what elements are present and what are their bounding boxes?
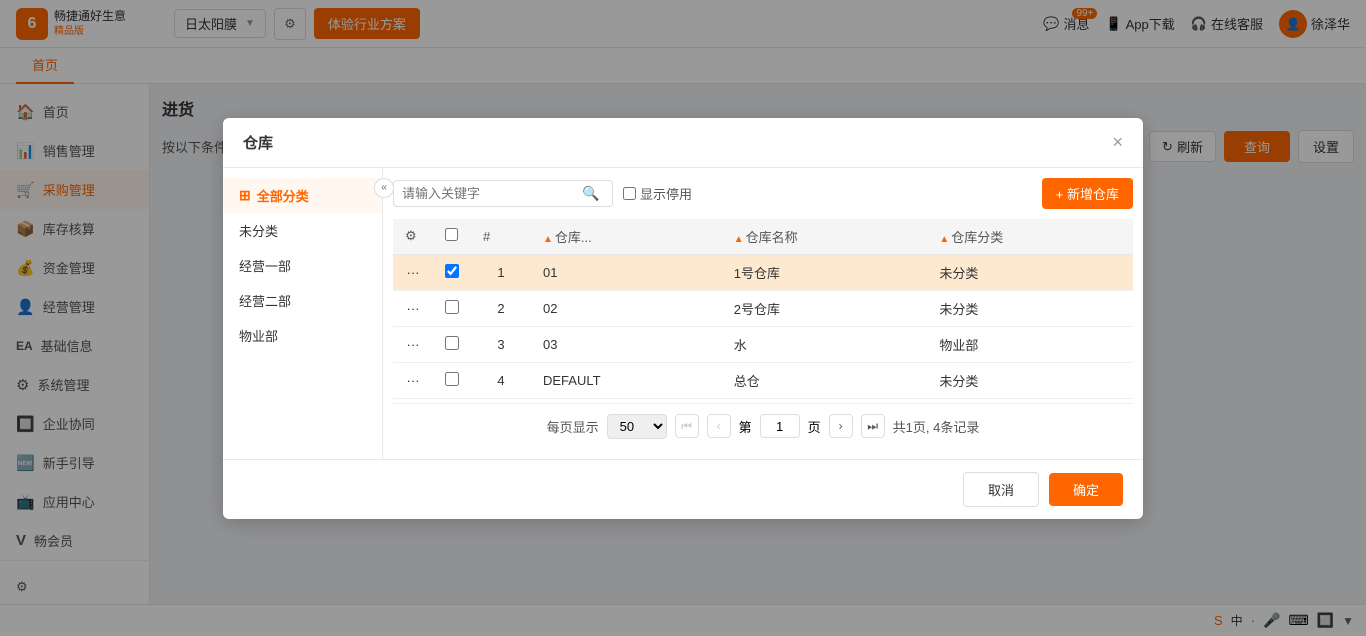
- row-checkbox-cell: [433, 290, 471, 326]
- add-warehouse-button[interactable]: + 新增仓库: [1042, 178, 1133, 209]
- category-property[interactable]: 物业部: [223, 318, 382, 353]
- row-checkbox[interactable]: [445, 372, 459, 386]
- modal-close-button[interactable]: ×: [1112, 133, 1123, 151]
- row-checkbox-cell: [433, 362, 471, 398]
- row-code: 01: [531, 254, 722, 290]
- row-actions: ···: [393, 290, 433, 326]
- table-row[interactable]: ··· 2 02 2号仓库 未分类: [393, 290, 1133, 326]
- row-name: 总仓: [722, 362, 928, 398]
- warehouse-table: ⚙ # ▲仓库... ▲仓库名称 ▲仓库分类 ···: [393, 219, 1133, 399]
- th-category[interactable]: ▲仓库分类: [927, 219, 1133, 255]
- first-page-button[interactable]: ⏮: [675, 414, 699, 438]
- row-name: 水: [722, 326, 928, 362]
- modal-body: « ⊞ 全部分类 未分类 经营一部 经营二部 物业部: [223, 168, 1143, 459]
- modal-overlay: 仓库 × « ⊞ 全部分类 未分类 经营一部 经营二部: [0, 0, 1366, 636]
- modal-footer: 取消 确定: [223, 459, 1143, 519]
- category-all[interactable]: ⊞ 全部分类: [223, 178, 382, 213]
- search-icon[interactable]: 🔍: [582, 185, 599, 202]
- table-panel: 🔍 显示停用 + 新增仓库 ⚙: [383, 168, 1143, 459]
- row-actions: ···: [393, 254, 433, 290]
- collapse-button[interactable]: «: [374, 178, 394, 198]
- th-num: #: [471, 219, 531, 255]
- row-name: 2号仓库: [722, 290, 928, 326]
- row-category: 未分类: [927, 290, 1133, 326]
- show-disabled-label: 显示停用: [623, 184, 692, 203]
- row-checkbox[interactable]: [445, 264, 459, 278]
- grid-icon: ⊞: [239, 187, 251, 204]
- sort-icon-cat: ▲: [939, 234, 949, 245]
- last-page-button[interactable]: ⏭: [861, 414, 885, 438]
- row-checkbox[interactable]: [445, 336, 459, 350]
- row-category: 物业部: [927, 326, 1133, 362]
- th-name[interactable]: ▲仓库名称: [722, 219, 928, 255]
- row-code: 02: [531, 290, 722, 326]
- row-num: 4: [471, 362, 531, 398]
- table-row[interactable]: ··· 3 03 水 物业部: [393, 326, 1133, 362]
- th-checkbox: [433, 219, 471, 255]
- row-checkbox[interactable]: [445, 300, 459, 314]
- th-code[interactable]: ▲仓库...: [531, 219, 722, 255]
- category-ops2[interactable]: 经营二部: [223, 283, 382, 318]
- row-code: DEFAULT: [531, 362, 722, 398]
- sort-icon-name: ▲: [734, 234, 744, 245]
- total-info: 共1页, 4条记录: [893, 417, 980, 436]
- select-all-checkbox[interactable]: [445, 228, 458, 241]
- th-settings[interactable]: ⚙: [393, 219, 433, 255]
- cancel-button[interactable]: 取消: [963, 472, 1039, 507]
- page-size-select[interactable]: 50 10 20 100: [607, 414, 667, 439]
- page-number-input[interactable]: [760, 414, 800, 438]
- page-unit: 页: [808, 417, 821, 436]
- row-code: 03: [531, 326, 722, 362]
- category-ops1[interactable]: 经营一部: [223, 248, 382, 283]
- confirm-button[interactable]: 确定: [1049, 473, 1123, 506]
- row-category: 未分类: [927, 362, 1133, 398]
- row-category: 未分类: [927, 254, 1133, 290]
- sort-icon: ▲: [543, 234, 553, 245]
- table-toolbar: 🔍 显示停用 + 新增仓库: [393, 178, 1133, 209]
- row-num: 1: [471, 254, 531, 290]
- category-panel: « ⊞ 全部分类 未分类 经营一部 经营二部 物业部: [223, 168, 383, 459]
- row-name: 1号仓库: [722, 254, 928, 290]
- search-input[interactable]: [402, 186, 582, 201]
- row-actions: ···: [393, 326, 433, 362]
- table-row[interactable]: ··· 1 01 1号仓库 未分类: [393, 254, 1133, 290]
- row-checkbox-cell: [433, 326, 471, 362]
- modal-header: 仓库 ×: [223, 118, 1143, 168]
- row-num: 2: [471, 290, 531, 326]
- pagination: 每页显示 50 10 20 100 ⏮ ‹ 第 页 › ⏭ 共1页, 4条记录: [393, 403, 1133, 449]
- modal-title: 仓库: [243, 132, 273, 153]
- page-label: 第: [739, 417, 752, 436]
- search-box: 🔍: [393, 180, 613, 207]
- table-row[interactable]: ··· 4 DEFAULT 总仓 未分类: [393, 362, 1133, 398]
- warehouse-modal: 仓库 × « ⊞ 全部分类 未分类 经营一部 经营二部: [223, 118, 1143, 519]
- category-unclassified[interactable]: 未分类: [223, 213, 382, 248]
- prev-page-button[interactable]: ‹: [707, 414, 731, 438]
- row-num: 3: [471, 326, 531, 362]
- next-page-button[interactable]: ›: [829, 414, 853, 438]
- show-disabled-checkbox[interactable]: [623, 187, 636, 200]
- row-checkbox-cell: [433, 254, 471, 290]
- page-size-label: 每页显示: [547, 417, 599, 436]
- row-actions: ···: [393, 362, 433, 398]
